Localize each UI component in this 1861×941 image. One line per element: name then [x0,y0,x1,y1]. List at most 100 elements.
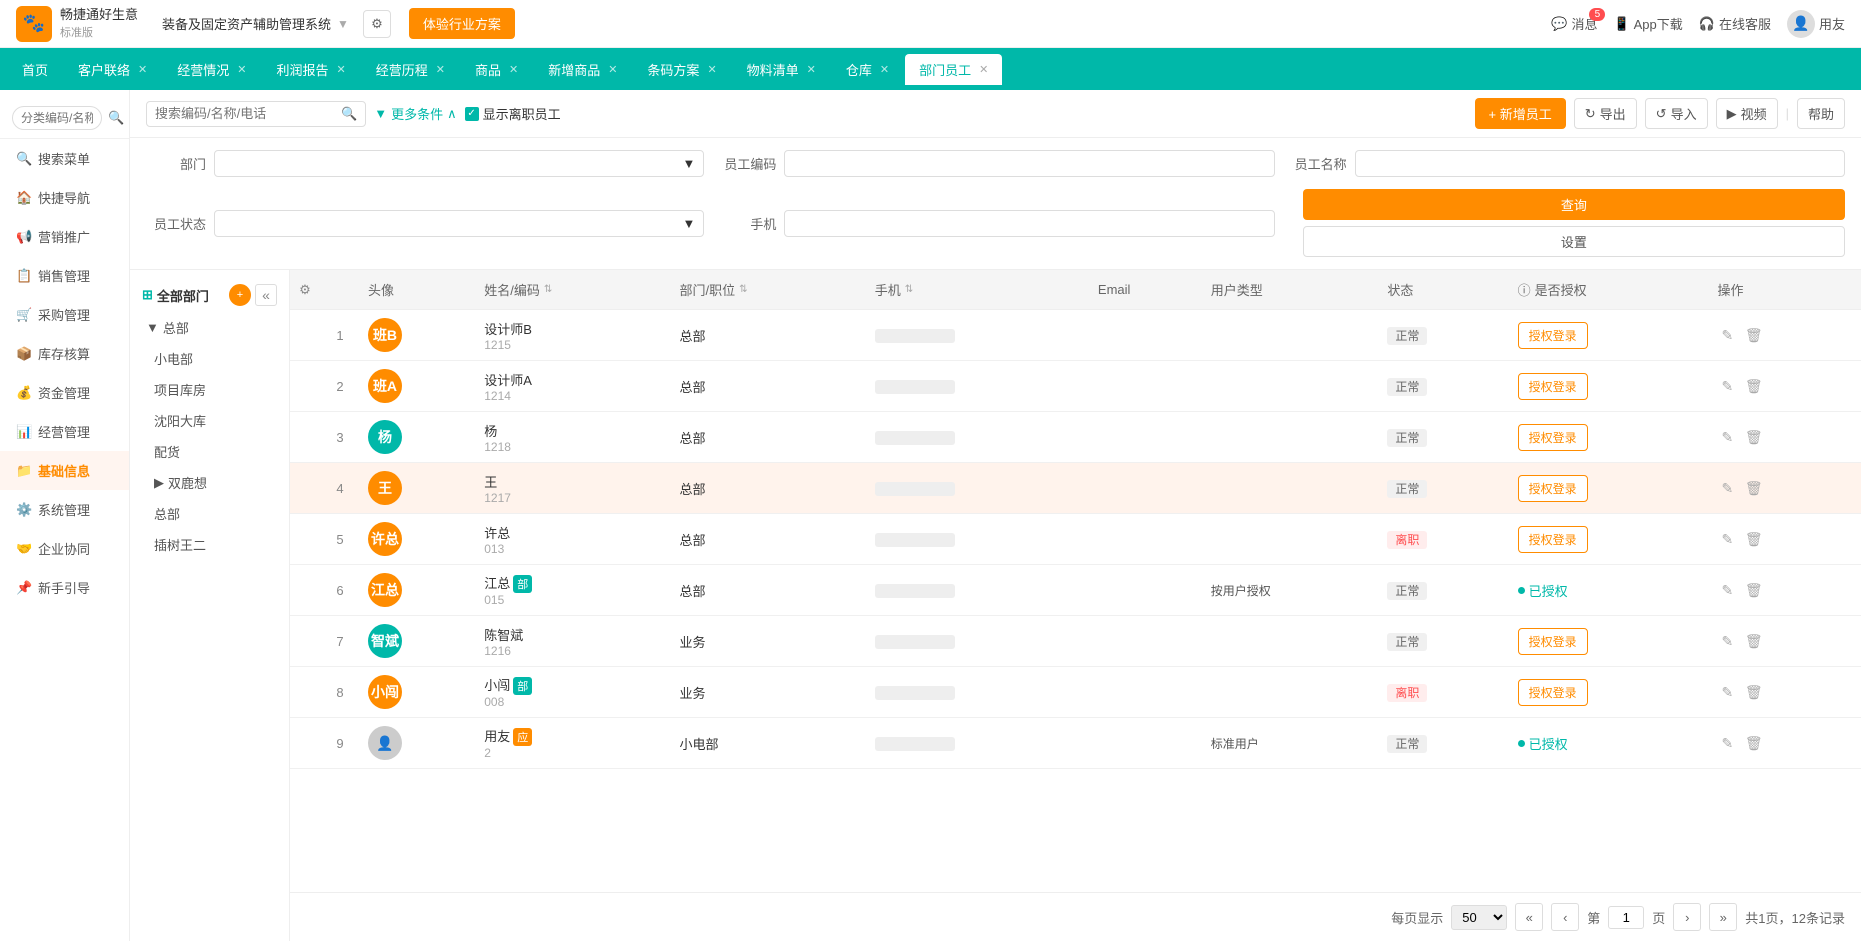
dept-node-chashuwang[interactable]: 插树王二 [130,529,289,560]
dept-node-headquarters[interactable]: ▼ 总部 [130,312,289,343]
page-input[interactable] [1608,906,1644,929]
tab-dept-employee[interactable]: 部门员工✕ [905,54,1002,85]
sidebar-item-inventory[interactable]: 📦 库存核算 [0,334,129,373]
export-button[interactable]: ↻ 导出 [1574,98,1637,129]
per-page-select[interactable]: 50 100 [1451,905,1507,930]
import-button[interactable]: ↺ 导入 [1645,98,1708,129]
search-input[interactable] [155,106,335,121]
tab-operation[interactable]: 经营情况✕ [163,54,260,85]
tab-goods-close[interactable]: ✕ [509,63,518,76]
sidebar-item-system[interactable]: ⚙️ 系统管理 [0,490,129,529]
delete-button-3[interactable]: 🗑 [1741,478,1767,499]
edit-button-1[interactable]: ✎ [1718,376,1738,397]
auth-button-0[interactable]: 授权登录 [1518,322,1588,349]
edit-button-5[interactable]: ✎ [1718,580,1738,601]
tab-customer-close[interactable]: ✕ [138,63,147,76]
edit-button-3[interactable]: ✎ [1718,478,1738,499]
sidebar-item-quicknav[interactable]: 🏠 快捷导航 [0,178,129,217]
tab-home[interactable]: 首页 [8,54,62,85]
tab-barcode-close[interactable]: ✕ [707,63,716,76]
edit-button-0[interactable]: ✎ [1718,325,1738,346]
delete-button-0[interactable]: 🗑 [1741,325,1767,346]
tab-barcode[interactable]: 条码方案✕ [633,54,730,85]
dept-node-hq[interactable]: 总部 [130,498,289,529]
tab-bom[interactable]: 物料清单✕ [733,54,830,85]
tab-profit[interactable]: 利润报告✕ [262,54,359,85]
tab-dept-employee-close[interactable]: ✕ [979,63,988,76]
last-page-button[interactable]: » [1709,903,1737,931]
filter-more-button[interactable]: ▼ 更多条件 ∧ [374,104,456,123]
dept-node-distribution[interactable]: 配货 [130,436,289,467]
auth-button-3[interactable]: 授权登录 [1518,475,1588,502]
dept-node-project-warehouse[interactable]: 项目库房 [130,374,289,405]
edit-button-6[interactable]: ✎ [1718,631,1738,652]
dept-collapse-button[interactable]: « [255,284,277,306]
empcode-input[interactable] [784,150,1274,177]
delete-button-5[interactable]: 🗑 [1741,580,1767,601]
add-employee-button[interactable]: + 新增员工 [1475,98,1566,129]
tab-warehouse[interactable]: 仓库✕ [832,54,903,85]
help-button[interactable]: 帮助 [1797,98,1845,129]
auth-button-1[interactable]: 授权登录 [1518,373,1588,400]
sidebar-item-marketing[interactable]: 📢 营销推广 [0,217,129,256]
dept-add-button[interactable]: + [229,284,251,306]
show-resigned-toggle[interactable]: ✓ 显示离职员工 [465,104,561,123]
tab-new-goods-close[interactable]: ✕ [608,63,617,76]
delete-button-6[interactable]: 🗑 [1741,631,1767,652]
tab-bom-close[interactable]: ✕ [807,63,816,76]
tab-customer[interactable]: 客户联络✕ [64,54,161,85]
empname-input[interactable] [1355,150,1845,177]
first-page-button[interactable]: « [1515,903,1543,931]
next-page-button[interactable]: › [1673,903,1701,931]
auth-button-2[interactable]: 授权登录 [1518,424,1588,451]
sidebar-item-purchase[interactable]: 🛒 采购管理 [0,295,129,334]
online-service-button[interactable]: 🎧 在线客服 [1699,14,1771,33]
tab-journey[interactable]: 经营历程✕ [362,54,459,85]
sidebar-item-basic[interactable]: 📁 基础信息 [0,451,129,490]
phone-input[interactable] [784,210,1274,237]
delete-button-2[interactable]: 🗑 [1741,427,1767,448]
delete-button-8[interactable]: 🗑 [1741,733,1767,754]
th-name[interactable]: 姓名/编码 ⇅ [476,270,671,310]
sidebar-item-sales[interactable]: 📋 销售管理 [0,256,129,295]
dept-node-shenyang[interactable]: 沈阳大库 [130,405,289,436]
search-button[interactable]: 查询 [1303,189,1845,220]
tab-goods[interactable]: 商品✕ [461,54,532,85]
dept-select[interactable]: ▼ [214,150,704,177]
tab-warehouse-close[interactable]: ✕ [880,63,889,76]
user-area[interactable]: 👤 用友 [1787,10,1845,38]
set-button[interactable]: 设置 [1303,226,1845,257]
auth-button-4[interactable]: 授权登录 [1518,526,1588,553]
tab-operation-close[interactable]: ✕ [237,63,246,76]
sidebar-item-business[interactable]: 📊 经营管理 [0,412,129,451]
settings-gear-button[interactable]: ⚙ [363,10,391,38]
edit-button-2[interactable]: ✎ [1718,427,1738,448]
auth-button-7[interactable]: 授权登录 [1518,679,1588,706]
trial-button[interactable]: 体验行业方案 [409,8,515,39]
auth-button-6[interactable]: 授权登录 [1518,628,1588,655]
th-phone[interactable]: 手机 ⇅ [867,270,1090,310]
th-setting[interactable]: ⚙ [290,270,320,310]
th-dept[interactable]: 部门/职位 ⇅ [672,270,867,310]
message-button[interactable]: 💬 消息 5 [1551,14,1597,33]
view-button[interactable]: ▶ 视频 [1716,98,1778,129]
sidebar-item-collab[interactable]: 🤝 企业协同 [0,529,129,568]
edit-button-4[interactable]: ✎ [1718,529,1738,550]
edit-button-7[interactable]: ✎ [1718,682,1738,703]
dept-node-shuanglu[interactable]: ▶ 双鹿想 [130,467,289,498]
delete-button-7[interactable]: 🗑 [1741,682,1767,703]
tab-new-goods[interactable]: 新增商品✕ [534,54,631,85]
sidebar-item-search[interactable]: 🔍 搜索菜单 [0,139,129,178]
app-download-button[interactable]: 📱 App下载 [1613,14,1682,33]
dept-node-small-electric[interactable]: 小电部 [130,343,289,374]
edit-button-8[interactable]: ✎ [1718,733,1738,754]
sidebar-item-guide[interactable]: 📌 新手引导 [0,568,129,607]
prev-page-button[interactable]: ‹ [1551,903,1579,931]
sidebar-item-finance[interactable]: 💰 资金管理 [0,373,129,412]
tab-journey-close[interactable]: ✕ [436,63,445,76]
delete-button-1[interactable]: 🗑 [1741,376,1767,397]
sidebar-search-input[interactable] [12,106,102,130]
empstatus-select[interactable]: ▼ [214,210,704,237]
tab-profit-close[interactable]: ✕ [337,63,346,76]
delete-button-4[interactable]: 🗑 [1741,529,1767,550]
